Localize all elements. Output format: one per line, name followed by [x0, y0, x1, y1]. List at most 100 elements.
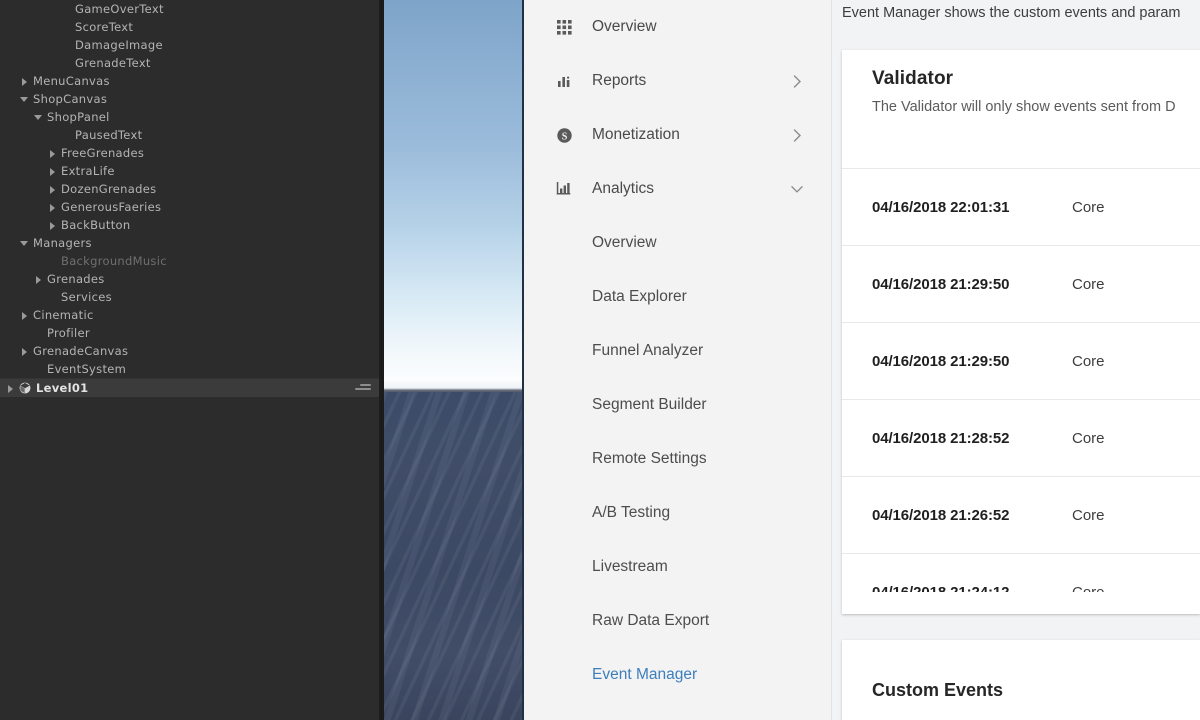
hierarchy-item[interactable]: Managers: [0, 234, 381, 252]
disclosure-closed-icon[interactable]: [20, 76, 30, 86]
hierarchy-item[interactable]: GenerousFaeries: [0, 198, 381, 216]
nav-item-analytics[interactable]: Analytics: [524, 162, 831, 216]
validator-subtitle: The Validator will only show events sent…: [872, 99, 1176, 115]
disclosure-closed-icon[interactable]: [6, 383, 16, 393]
nav-subitem-label: Livestream: [592, 558, 668, 575]
nav-subitem-label: Data Explorer: [592, 288, 687, 305]
hierarchy-item-label: DozenGrenades: [61, 182, 157, 196]
event-timestamp: 04/16/2018 21:29:50: [872, 275, 1010, 293]
nav-item-overview[interactable]: Overview: [524, 0, 831, 54]
disclosure-open-icon[interactable]: [34, 112, 44, 122]
validator-event-list[interactable]: 04/16/2018 22:01:31 Core 04/16/2018 21:29:…: [842, 168, 1200, 592]
hierarchy-item[interactable]: ExtraLife: [0, 162, 381, 180]
hierarchy-item[interactable]: GameOverText: [0, 0, 381, 18]
hierarchy-item[interactable]: Cinematic: [0, 306, 381, 324]
nav-item-label: Monetization: [592, 126, 680, 143]
hierarchy-item[interactable]: Grenades: [0, 270, 381, 288]
hierarchy-item[interactable]: DamageImage: [0, 36, 381, 54]
hierarchy-item[interactable]: BackgroundMusic: [0, 252, 381, 270]
analytics-icon: [554, 179, 574, 199]
chevron-down-icon: [791, 183, 803, 195]
hierarchy-item[interactable]: BackButton: [0, 216, 381, 234]
dollar-coin-icon: S: [554, 125, 574, 145]
grid-icon: [554, 17, 574, 37]
hierarchy-item-label: PausedText: [75, 128, 143, 142]
hierarchy-item[interactable]: GrenadeCanvas: [0, 342, 381, 360]
hierarchy-item-label: Cinematic: [33, 308, 94, 322]
hierarchy-item-label: Managers: [33, 236, 92, 250]
event-timestamp: 04/16/2018 22:01:31: [872, 198, 1010, 216]
event-timestamp: 04/16/2018 21:28:52: [872, 429, 1010, 447]
hierarchy-item[interactable]: DozenGrenades: [0, 180, 381, 198]
nav-subitem-label: Remote Settings: [592, 450, 707, 467]
validator-title: Validator: [872, 68, 954, 89]
nav-primary-list: Overview Reports S Monetization Analytics: [524, 0, 831, 216]
hierarchy-item-label: MenuCanvas: [33, 74, 110, 88]
hierarchy-item[interactable]: ShopCanvas: [0, 90, 381, 108]
nav-subitem-label: Segment Builder: [592, 396, 707, 413]
hierarchy-item-label: ExtraLife: [61, 164, 115, 178]
disclosure-closed-icon[interactable]: [48, 202, 58, 212]
event-timestamp: 04/16/2018 21:24:12: [872, 583, 1010, 593]
game-view-left-border: [381, 0, 384, 720]
validator-event-row[interactable]: 04/16/2018 22:01:31 Core: [842, 168, 1200, 245]
hierarchy-item[interactable]: EventSystem: [0, 360, 381, 378]
validator-event-row[interactable]: 04/16/2018 21:28:52 Core: [842, 399, 1200, 476]
nav-subitem-a-b-testing[interactable]: A/B Testing: [524, 486, 831, 540]
disclosure-open-icon[interactable]: [20, 238, 30, 248]
unity-hierarchy-tree[interactable]: GameOverText ScoreText DamageImage GrenadeT…: [0, 0, 381, 397]
nav-subitem-funnel-analyzer[interactable]: Funnel Analyzer: [524, 324, 831, 378]
nav-subitem-event-manager[interactable]: Event Manager: [524, 648, 831, 702]
nav-item-monetization[interactable]: S Monetization: [524, 108, 831, 162]
validator-event-row[interactable]: 04/16/2018 21:24:12 Core: [842, 553, 1200, 592]
hierarchy-item[interactable]: Profiler: [0, 324, 381, 342]
event-type: Core: [1072, 352, 1105, 370]
disclosure-closed-icon[interactable]: [48, 166, 58, 176]
event-type: Core: [1072, 583, 1105, 593]
hierarchy-scene-row[interactable]: Level01: [0, 378, 381, 397]
hierarchy-item[interactable]: PausedText: [0, 126, 381, 144]
hierarchy-item-label: GenerousFaeries: [61, 200, 162, 214]
custom-events-card: Custom Events: [842, 640, 1200, 720]
hierarchy-item[interactable]: FreeGrenades: [0, 144, 381, 162]
validator-event-row[interactable]: 04/16/2018 21:29:50 Core: [842, 322, 1200, 399]
hierarchy-item-label: Profiler: [47, 326, 90, 340]
hamburger-menu-icon[interactable]: [355, 384, 371, 392]
page-intro-text: Event Manager shows the custom events an…: [842, 5, 1181, 21]
disclosure-closed-icon[interactable]: [20, 346, 30, 356]
disclosure-closed-icon[interactable]: [48, 220, 58, 230]
nav-item-label: Analytics: [592, 180, 655, 197]
event-type: Core: [1072, 198, 1105, 216]
unity-hierarchy-panel: GameOverText ScoreText DamageImage GrenadeT…: [0, 0, 381, 720]
validator-event-row[interactable]: 04/16/2018 21:26:52 Core: [842, 476, 1200, 553]
nav-subitem-segment-builder[interactable]: Segment Builder: [524, 378, 831, 432]
disclosure-closed-icon[interactable]: [48, 184, 58, 194]
hierarchy-item[interactable]: ShopPanel: [0, 108, 381, 126]
disclosure-closed-icon[interactable]: [34, 274, 44, 284]
game-view-preview: [381, 0, 524, 720]
event-timestamp: 04/16/2018 21:29:50: [872, 352, 1010, 370]
chevron-right-icon: [791, 74, 803, 88]
nav-subitem-livestream[interactable]: Livestream: [524, 540, 831, 594]
hierarchy-item[interactable]: GrenadeText: [0, 54, 381, 72]
disclosure-open-icon[interactable]: [20, 94, 30, 104]
hierarchy-item[interactable]: Services: [0, 288, 381, 306]
nav-subitem-overview[interactable]: Overview: [524, 216, 831, 270]
hierarchy-item[interactable]: ScoreText: [0, 18, 381, 36]
hierarchy-item-label: FreeGrenades: [61, 146, 145, 160]
nav-subitem-remote-settings[interactable]: Remote Settings: [524, 432, 831, 486]
hierarchy-item[interactable]: MenuCanvas: [0, 72, 381, 90]
hierarchy-scene-label: Level01: [36, 381, 89, 395]
validator-event-row[interactable]: 04/16/2018 21:29:50 Core: [842, 245, 1200, 322]
hierarchy-item-label: ShopPanel: [47, 110, 110, 124]
disclosure-closed-icon[interactable]: [20, 310, 30, 320]
disclosure-closed-icon[interactable]: [48, 148, 58, 158]
hierarchy-item-label: GrenadeText: [75, 56, 151, 70]
nav-item-reports[interactable]: Reports: [524, 54, 831, 108]
nav-subitem-data-explorer[interactable]: Data Explorer: [524, 270, 831, 324]
nav-subitem-raw-data-export[interactable]: Raw Data Export: [524, 594, 831, 648]
